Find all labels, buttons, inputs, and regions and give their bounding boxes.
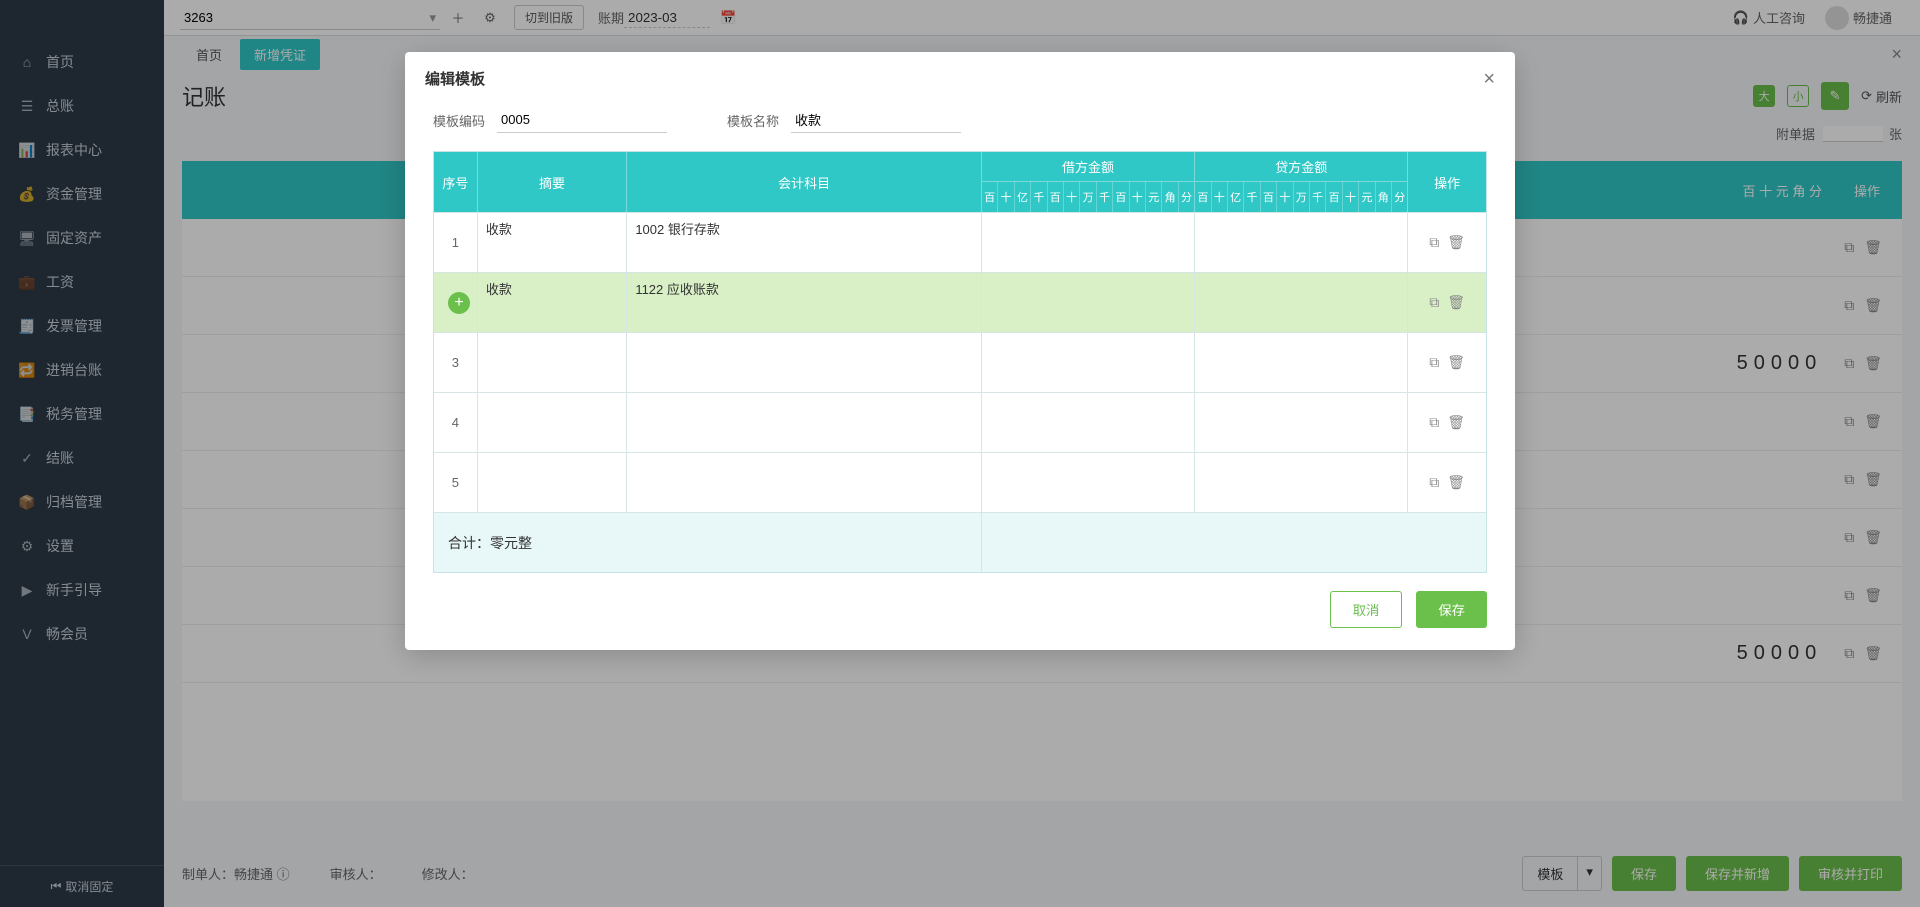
cell-seq: 5 (434, 453, 478, 512)
digit-header: 万 (1080, 182, 1096, 212)
cancel-button[interactable]: 取消 (1330, 591, 1403, 628)
cell-seq: 1 (434, 213, 478, 272)
delete-icon[interactable]: 🗑 (1447, 234, 1465, 251)
modal-title: 编辑模板 (425, 68, 485, 89)
template-name-label: 模板名称 (727, 111, 779, 130)
total-text: 合计：零元整 (434, 513, 982, 573)
digit-header: 百 (1113, 182, 1129, 212)
cell-debit[interactable] (982, 273, 1195, 332)
digit-header: 百 (1048, 182, 1064, 212)
template-code-input[interactable] (497, 107, 667, 133)
edit-template-modal: 编辑模板 × 模板编码 模板名称 序号 摘要 会计科目 (405, 52, 1515, 650)
digit-header: 十 (1130, 182, 1146, 212)
digit-header: 角 (1162, 182, 1178, 212)
cell-subject[interactable] (627, 393, 982, 452)
delete-icon[interactable]: 🗑 (1447, 474, 1465, 491)
cell-seq: 3 (434, 333, 478, 392)
digit-header: 元 (1146, 182, 1162, 212)
delete-icon[interactable]: 🗑 (1447, 354, 1465, 371)
cell-debit[interactable] (982, 213, 1195, 272)
delete-icon[interactable]: 🗑 (1447, 414, 1465, 431)
digit-header: 百 (1326, 182, 1342, 212)
template-name-input[interactable] (791, 107, 961, 133)
digit-header: 亿 (1228, 182, 1244, 212)
cell-summary[interactable]: 收款 (478, 213, 627, 272)
digit-header: 十 (998, 182, 1014, 212)
table-row: 3⧉🗑 (434, 332, 1486, 392)
digit-header: 百 (1195, 182, 1211, 212)
cell-seq: + (434, 273, 478, 332)
table-row: 5⧉🗑 (434, 452, 1486, 512)
copy-icon[interactable]: ⧉ (1429, 234, 1439, 251)
add-row-button[interactable]: + (448, 292, 470, 314)
table-row: 1收款1002 银行存款⧉🗑 (434, 212, 1486, 272)
header-seq: 序号 (434, 152, 478, 212)
cell-debit[interactable] (982, 453, 1195, 512)
delete-icon[interactable]: 🗑 (1447, 294, 1465, 311)
close-icon[interactable]: × (1483, 69, 1495, 89)
copy-icon[interactable]: ⧉ (1429, 294, 1439, 311)
table-row: 4⧉🗑 (434, 392, 1486, 452)
cell-summary[interactable] (478, 333, 627, 392)
cell-op: ⧉🗑 (1408, 273, 1486, 332)
cell-op: ⧉🗑 (1408, 333, 1486, 392)
cell-credit[interactable] (1195, 213, 1408, 272)
digit-header: 千 (1310, 182, 1326, 212)
cell-subject[interactable]: 1122 应收账款 (627, 273, 982, 332)
template-code-label: 模板编码 (433, 111, 485, 130)
cell-op: ⧉🗑 (1408, 453, 1486, 512)
cell-credit[interactable] (1195, 453, 1408, 512)
digit-header: 角 (1376, 182, 1392, 212)
digit-header: 千 (1031, 182, 1047, 212)
cell-summary[interactable] (478, 453, 627, 512)
cell-subject[interactable] (627, 453, 982, 512)
cell-debit[interactable] (982, 333, 1195, 392)
digit-header: 十 (1343, 182, 1359, 212)
header-summary: 摘要 (478, 152, 627, 212)
cell-credit[interactable] (1195, 273, 1408, 332)
header-subject: 会计科目 (627, 152, 982, 212)
digit-header: 千 (1097, 182, 1113, 212)
cell-op: ⧉🗑 (1408, 393, 1486, 452)
cell-debit[interactable] (982, 393, 1195, 452)
digit-header: 千 (1244, 182, 1260, 212)
copy-icon[interactable]: ⧉ (1429, 354, 1439, 371)
cell-credit[interactable] (1195, 333, 1408, 392)
table-row: +收款1122 应收账款⧉🗑 (434, 272, 1486, 332)
digit-header: 分 (1392, 182, 1408, 212)
cell-summary[interactable] (478, 393, 627, 452)
digit-header: 万 (1294, 182, 1310, 212)
digit-header: 十 (1064, 182, 1080, 212)
cell-summary[interactable]: 收款 (478, 273, 627, 332)
modal-overlay: 编辑模板 × 模板编码 模板名称 序号 摘要 会计科目 (0, 0, 1920, 907)
modal-save-button[interactable]: 保存 (1416, 591, 1487, 628)
cell-seq: 4 (434, 393, 478, 452)
digit-header: 亿 (1015, 182, 1031, 212)
cell-subject[interactable] (627, 333, 982, 392)
header-credit: 贷方金额 百十亿千百十万千百十元角分 (1195, 152, 1408, 212)
template-table: 序号 摘要 会计科目 借方金额 百十亿千百十万千百十元角分 贷方金额 百十亿千百… (433, 151, 1487, 573)
header-op: 操作 (1408, 152, 1486, 212)
digit-header: 元 (1359, 182, 1375, 212)
digit-header: 百 (1261, 182, 1277, 212)
digit-header: 百 (982, 182, 998, 212)
cell-credit[interactable] (1195, 393, 1408, 452)
digit-header: 十 (1212, 182, 1228, 212)
copy-icon[interactable]: ⧉ (1429, 474, 1439, 491)
cell-op: ⧉🗑 (1408, 213, 1486, 272)
total-row: 合计：零元整 (434, 512, 1486, 572)
digit-header: 十 (1277, 182, 1293, 212)
copy-icon[interactable]: ⧉ (1429, 414, 1439, 431)
table-header: 序号 摘要 会计科目 借方金额 百十亿千百十万千百十元角分 贷方金额 百十亿千百… (434, 152, 1486, 212)
cell-subject[interactable]: 1002 银行存款 (627, 213, 982, 272)
digit-header: 分 (1179, 182, 1195, 212)
header-debit: 借方金额 百十亿千百十万千百十元角分 (982, 152, 1195, 212)
